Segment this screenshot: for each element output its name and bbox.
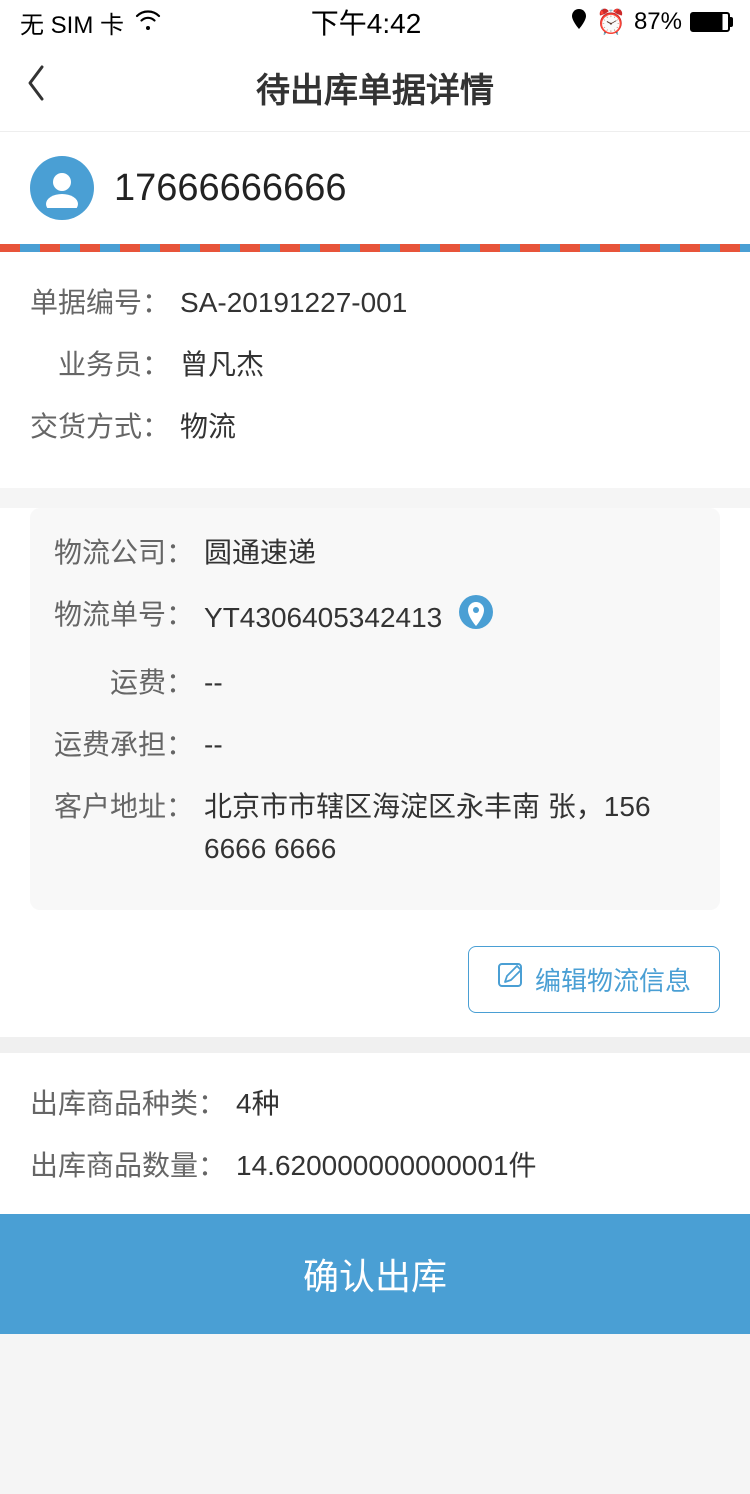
location-pin-icon[interactable] — [458, 594, 494, 642]
user-avatar — [30, 156, 94, 220]
edit-logistics-label: 编辑物流信息 — [535, 961, 691, 998]
order-no-row: 单据编号： SA-20191227-001 — [30, 282, 720, 324]
address-row: 客户地址： 北京市市辖区海淀区永丰南 张，156 6666 6666 — [54, 786, 696, 870]
back-button[interactable] — [24, 63, 48, 112]
logistics-tracking-label: 物流单号： — [54, 594, 194, 636]
status-right: ⏰ 87% — [570, 8, 730, 37]
delivery-value: 物流 — [180, 406, 720, 448]
dashed-divider — [0, 244, 750, 252]
logistics-tracking-value: YT43064053424​13 — [204, 594, 696, 642]
user-phone: 17666666666 — [114, 167, 346, 210]
salesman-label: 业务员： — [30, 344, 170, 386]
goods-quantity-value: 14.620000000000001件 — [236, 1145, 720, 1187]
goods-quantity-label: 出库商品数量： — [30, 1145, 226, 1187]
battery-icon — [690, 12, 730, 32]
alarm-icon: ⏰ — [596, 8, 626, 37]
status-time: 下午4:42 — [311, 2, 422, 42]
freight-label: 运费： — [54, 662, 194, 704]
sim-label: 无 SIM 卡 — [20, 5, 124, 40]
freight-value: -- — [204, 662, 696, 704]
freight-bearer-label: 运费承担： — [54, 724, 194, 766]
logistics-company-label: 物流公司： — [54, 532, 194, 574]
freight-row: 运费： -- — [54, 662, 696, 704]
section-divider — [0, 1037, 750, 1053]
wifi-icon — [134, 8, 162, 37]
order-no-label: 单据编号： — [30, 282, 170, 324]
logistics-company-row: 物流公司： 圆通速递 — [54, 532, 696, 574]
logistics-tracking-row: 物流单号： YT43064053424​13 — [54, 594, 696, 642]
confirm-button[interactable]: 确认出库 — [303, 1248, 447, 1300]
salesman-value: 曾凡杰 — [180, 344, 720, 386]
bottom-spacer — [0, 1334, 750, 1494]
user-header: 17666666666 — [0, 132, 750, 244]
confirm-btn-container: 确认出库 — [0, 1214, 750, 1334]
order-no-value: SA-20191227-001 — [180, 282, 720, 324]
edit-icon — [497, 962, 525, 997]
logistics-card: 物流公司： 圆通速递 物流单号： YT43064053424​13 运费： -- — [30, 508, 720, 910]
delivery-row: 交货方式： 物流 — [30, 406, 720, 448]
page-title: 待出库单据详情 — [256, 63, 494, 112]
location-status-icon — [570, 8, 588, 37]
salesman-row: 业务员： 曾凡杰 — [30, 344, 720, 386]
freight-bearer-value: -- — [204, 724, 696, 766]
edit-logistics-button[interactable]: 编辑物流信息 — [468, 946, 720, 1013]
freight-bearer-row: 运费承担： -- — [54, 724, 696, 766]
goods-quantity-row: 出库商品数量： 14.620000000000001件 — [30, 1145, 720, 1187]
goods-section: 出库商品种类： 4种 出库商品数量： 14.620000000000001件 — [0, 1053, 750, 1227]
goods-types-value: 4种 — [236, 1083, 720, 1125]
edit-btn-container: 编辑物流信息 — [0, 930, 750, 1037]
order-info-section: 单据编号： SA-20191227-001 业务员： 曾凡杰 交货方式： 物流 — [0, 252, 750, 488]
address-value: 北京市市辖区海淀区永丰南 张，156 6666 6666 — [204, 786, 696, 870]
nav-bar: 待出库单据详情 — [0, 44, 750, 132]
address-label: 客户地址： — [54, 786, 194, 828]
logistics-company-value: 圆通速递 — [204, 532, 696, 574]
status-bar: 无 SIM 卡 下午4:42 ⏰ 87% — [0, 0, 750, 44]
goods-types-label: 出库商品种类： — [30, 1083, 226, 1125]
battery-percent: 87% — [634, 8, 682, 36]
delivery-label: 交货方式： — [30, 406, 170, 448]
status-left: 无 SIM 卡 — [20, 5, 162, 40]
goods-types-row: 出库商品种类： 4种 — [30, 1083, 720, 1125]
